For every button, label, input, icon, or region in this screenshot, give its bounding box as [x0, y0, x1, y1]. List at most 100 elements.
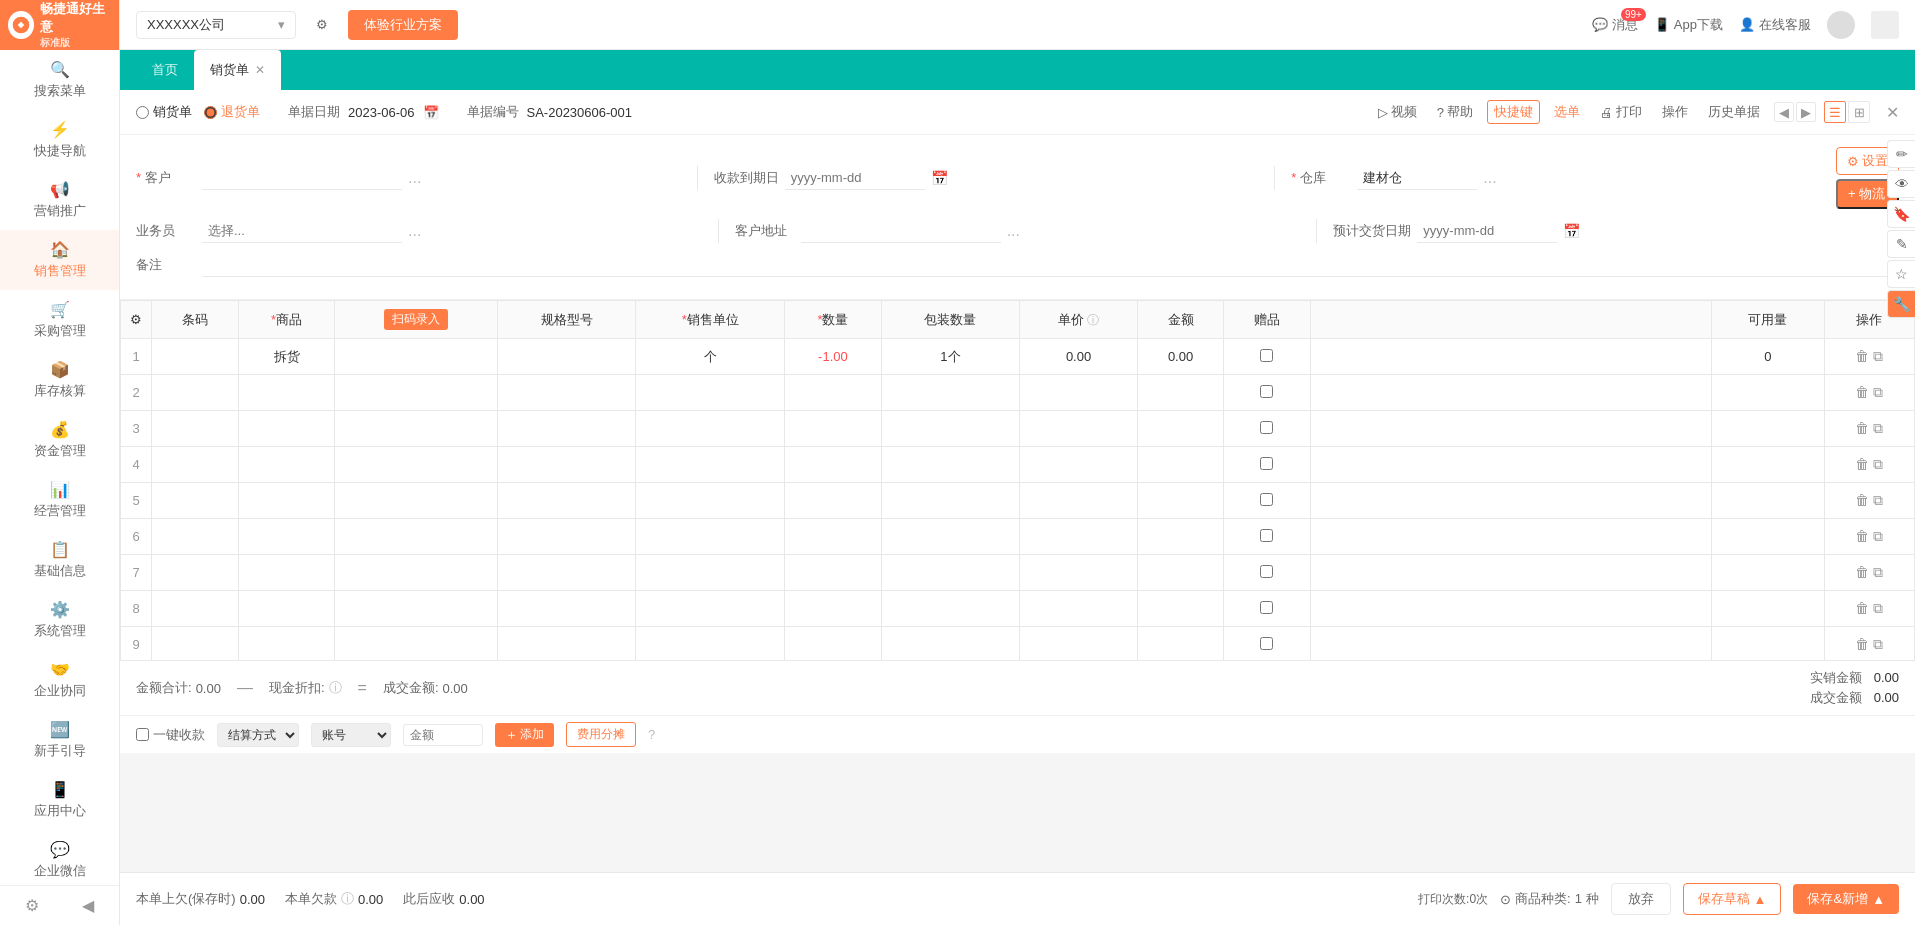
customer-dots-icon[interactable]: ...: [408, 169, 421, 187]
due-date-input[interactable]: [785, 166, 925, 190]
row-3-copy-icon[interactable]: ⧉: [1873, 420, 1883, 437]
sidebar-item-system[interactable]: ⚙️ 系统管理: [0, 590, 119, 650]
payment-method-select[interactable]: 结算方式: [217, 723, 299, 747]
sidebar-item-purchase[interactable]: 🛒 采购管理: [0, 290, 119, 350]
row-1-unit-price[interactable]: 0.00: [1020, 339, 1138, 375]
due-date-calendar-icon[interactable]: 📅: [931, 170, 948, 186]
print-btn[interactable]: 🖨 打印: [1594, 101, 1648, 123]
amount-input[interactable]: [403, 724, 483, 746]
row-1-gift-checkbox[interactable]: [1260, 349, 1273, 362]
form-close-btn[interactable]: ✕: [1886, 103, 1899, 122]
history-btn[interactable]: 历史单据: [1702, 101, 1766, 123]
row-5-delete-icon[interactable]: 🗑: [1855, 492, 1869, 509]
row-1-product[interactable]: 拆货: [238, 339, 335, 375]
expected-delivery-calendar-icon[interactable]: 📅: [1563, 223, 1580, 239]
salesperson-input[interactable]: [202, 219, 402, 243]
row-1-pack-qty[interactable]: 1个: [881, 339, 1020, 375]
row-1-spec[interactable]: [497, 339, 636, 375]
row-9-delete-icon[interactable]: 🗑: [1855, 636, 1869, 653]
sidebar-item-basic-info[interactable]: 📋 基础信息: [0, 530, 119, 590]
radio-return-order[interactable]: 退货单: [204, 103, 260, 121]
nav-prev-btn[interactable]: ◀: [1774, 102, 1794, 122]
tab-home[interactable]: 首页: [136, 50, 194, 90]
row-1-copy-icon[interactable]: ⧉: [1873, 348, 1883, 365]
help-btn[interactable]: ? 帮助: [1431, 101, 1479, 123]
row-1-delete-icon[interactable]: 🗑: [1855, 348, 1869, 365]
radio-sales-order[interactable]: 销货单: [136, 103, 192, 121]
nav-next-btn[interactable]: ▶: [1796, 102, 1816, 122]
remark-input[interactable]: [202, 253, 1899, 277]
row-5-gift-checkbox[interactable]: [1260, 493, 1273, 506]
sidebar-item-inventory[interactable]: 📦 库存核算: [0, 350, 119, 410]
radio-sales-order-input[interactable]: [136, 106, 149, 119]
online-service-button[interactable]: 👤 在线客服: [1739, 16, 1811, 34]
save-new-button[interactable]: 保存&新增 ▲: [1793, 884, 1899, 914]
row-6-gift-checkbox[interactable]: [1260, 529, 1273, 542]
row-9-copy-icon[interactable]: ⧉: [1873, 636, 1883, 653]
total-owed-info-icon[interactable]: ⓘ: [341, 890, 354, 908]
sidebar-item-search[interactable]: 🔍 搜索菜单: [0, 50, 119, 110]
expense-split-btn[interactable]: 费用分摊: [566, 722, 636, 747]
abandon-button[interactable]: 放弃: [1611, 883, 1671, 915]
side-action-orange[interactable]: 🔧: [1887, 290, 1915, 318]
sidebar-item-finance[interactable]: 💰 资金管理: [0, 410, 119, 470]
row-1-barcode[interactable]: [152, 339, 238, 375]
row-8-copy-icon[interactable]: ⧉: [1873, 600, 1883, 617]
row-4-copy-icon[interactable]: ⧉: [1873, 456, 1883, 473]
side-action-pencil2[interactable]: ✎: [1887, 230, 1915, 258]
sidebar-settings-btn[interactable]: ⚙: [25, 896, 39, 915]
row-1-quantity[interactable]: -1.00: [785, 339, 882, 375]
row-6-copy-icon[interactable]: ⧉: [1873, 528, 1883, 545]
row-4-delete-icon[interactable]: 🗑: [1855, 456, 1869, 473]
sidebar-item-guide[interactable]: 🆕 新手引导: [0, 710, 119, 770]
row-3-gift-checkbox[interactable]: [1260, 421, 1273, 434]
sidebar-item-operations[interactable]: 📊 经营管理: [0, 470, 119, 530]
expected-delivery-input[interactable]: [1417, 219, 1557, 243]
sidebar-item-marketing[interactable]: 📢 营销推广: [0, 170, 119, 230]
discount-info-icon[interactable]: ⓘ: [329, 679, 342, 697]
message-button[interactable]: 💬 消息 99+: [1592, 16, 1638, 34]
row-7-gift-checkbox[interactable]: [1260, 565, 1273, 578]
side-action-eye[interactable]: 👁: [1887, 170, 1915, 198]
user-menu-icon[interactable]: [1871, 11, 1899, 39]
salesperson-dots-icon[interactable]: ...: [408, 222, 421, 240]
experience-button[interactable]: 体验行业方案: [348, 10, 458, 40]
side-action-bookmark[interactable]: 🔖: [1887, 200, 1915, 228]
video-btn[interactable]: ▷ 视频: [1372, 101, 1423, 123]
warehouse-input[interactable]: [1357, 166, 1477, 190]
customer-address-dots-icon[interactable]: ...: [1007, 222, 1020, 240]
view-grid-btn[interactable]: ⊞: [1848, 101, 1870, 123]
row-5-copy-icon[interactable]: ⧉: [1873, 492, 1883, 509]
one-click-payment-checkbox[interactable]: [136, 728, 149, 741]
account-select[interactable]: 账号: [311, 723, 391, 747]
row-2-copy-icon[interactable]: ⧉: [1873, 384, 1883, 401]
customer-input[interactable]: [202, 166, 402, 190]
sidebar-item-sales[interactable]: 🏠 销售管理: [0, 230, 119, 290]
sidebar-item-wechat[interactable]: 💬 企业微信: [0, 830, 119, 885]
row-3-delete-icon[interactable]: 🗑: [1855, 420, 1869, 437]
operate-btn[interactable]: 操作: [1656, 101, 1694, 123]
row-2-gift-checkbox[interactable]: [1260, 385, 1273, 398]
row-6-delete-icon[interactable]: 🗑: [1855, 528, 1869, 545]
warehouse-dots-icon[interactable]: ...: [1483, 169, 1496, 187]
radio-return-order-input[interactable]: [204, 106, 217, 119]
add-payment-btn[interactable]: ＋ + 添加 添加: [495, 723, 554, 747]
row-9-gift-checkbox[interactable]: [1260, 637, 1273, 650]
save-draft-button[interactable]: 保存草稿 ▲: [1683, 883, 1782, 915]
sidebar-collapse-btn[interactable]: ◀: [82, 896, 94, 915]
row-7-delete-icon[interactable]: 🗑: [1855, 564, 1869, 581]
company-selector[interactable]: XXXXXX公司 ▾: [136, 11, 296, 39]
sidebar-item-quick-nav[interactable]: ⚡ 快捷导航: [0, 110, 119, 170]
select-btn[interactable]: 选单: [1548, 101, 1586, 123]
view-list-btn[interactable]: ☰: [1824, 101, 1846, 123]
user-avatar[interactable]: [1827, 11, 1855, 39]
sidebar-item-enterprise[interactable]: 🤝 企业协同: [0, 650, 119, 710]
gear-button[interactable]: ⚙: [308, 11, 336, 39]
side-action-edit[interactable]: ✏: [1887, 140, 1915, 168]
customer-address-input[interactable]: [801, 219, 1001, 243]
scan-btn[interactable]: 扫码录入: [384, 309, 448, 330]
col-settings[interactable]: ⚙: [121, 301, 152, 339]
row-8-gift-checkbox[interactable]: [1260, 601, 1273, 614]
expense-help-icon[interactable]: ?: [648, 727, 655, 742]
row-1-amount[interactable]: 0.00: [1137, 339, 1223, 375]
